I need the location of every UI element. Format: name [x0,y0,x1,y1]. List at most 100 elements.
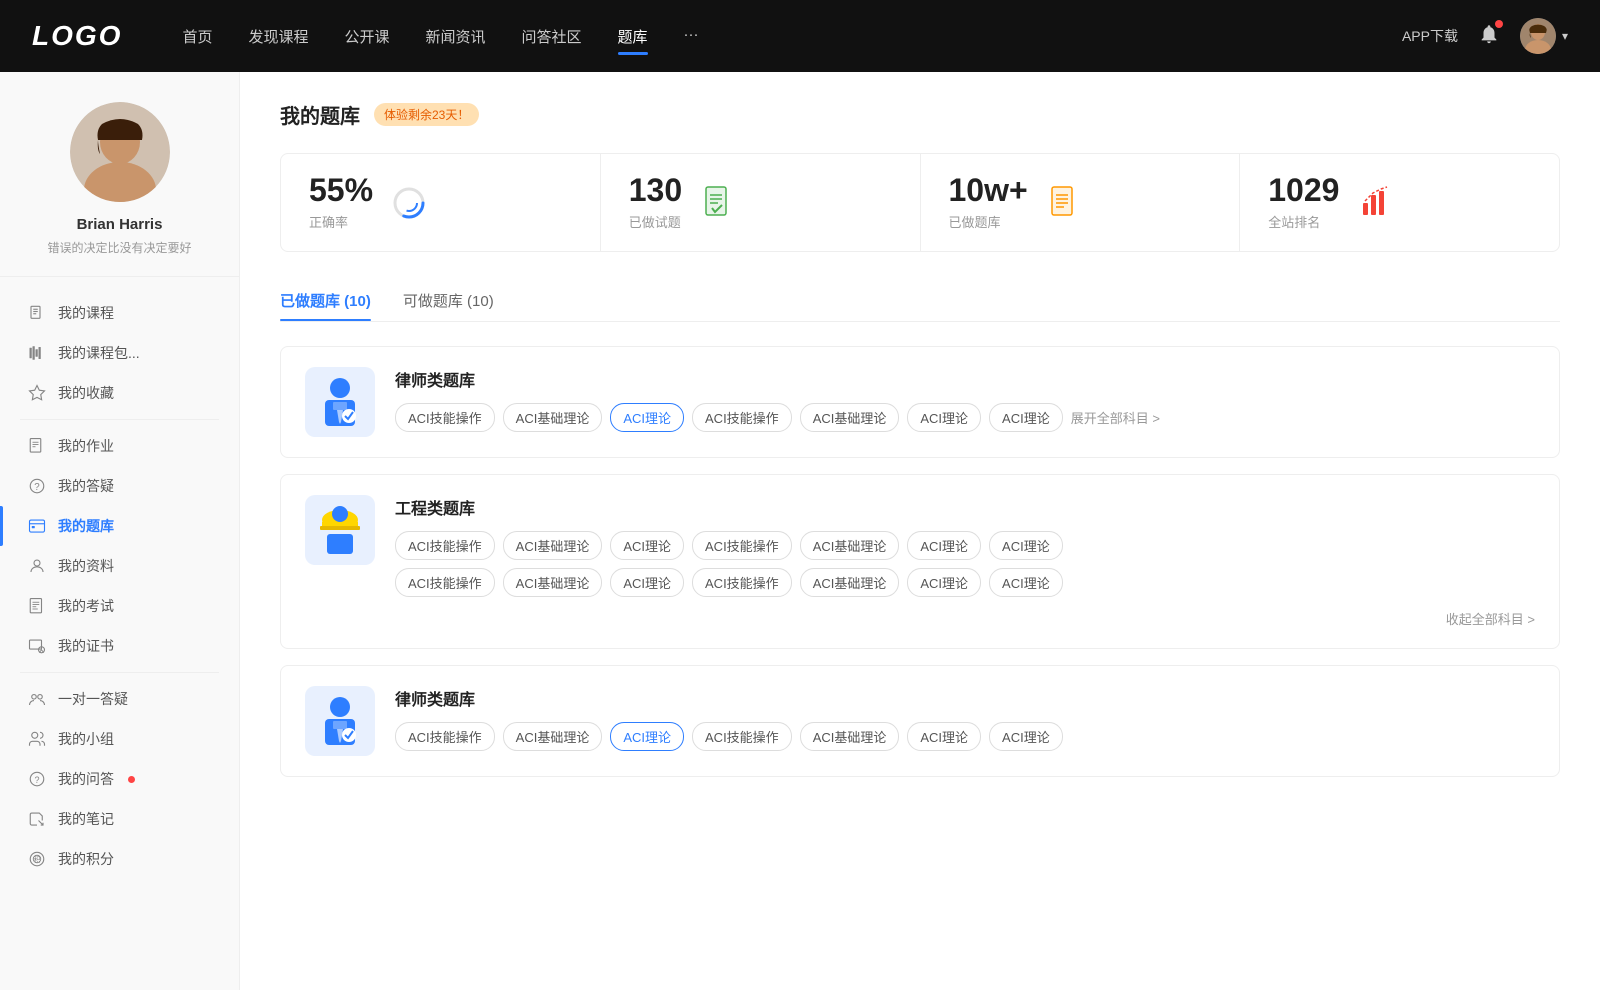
bank-tag[interactable]: ACI基础理论 [800,531,900,560]
bank-tag[interactable]: ACI理论 [989,531,1063,560]
sidebar-item-bank[interactable]: 我的题库 [0,506,239,546]
sidebar-item-group[interactable]: 我的小组 [0,719,239,759]
bank-tag[interactable]: ACI理论 [907,403,981,432]
bank-tag-active[interactable]: ACI理论 [610,403,684,432]
bank-tag[interactable]: ACI技能操作 [692,722,792,751]
tab-available-banks[interactable]: 可做题库 (10) [403,282,494,321]
sidebar-item-courses[interactable]: 我的课程 [0,293,239,333]
stat-done-questions: 130 已做试题 [601,154,921,251]
main-layout: Brian Harris 错误的决定比没有决定要好 我的课程 我的课程包... … [0,72,1600,990]
bank-tag[interactable]: ACI基础理论 [800,722,900,751]
notification-bell[interactable] [1478,23,1500,50]
pie-chart-icon [389,183,429,223]
sidebar-label-group: 我的小组 [58,729,114,749]
engineer-icon-wrap [305,495,375,565]
stat-rank: 1029 全站排名 [1240,154,1559,251]
sidebar: Brian Harris 错误的决定比没有决定要好 我的课程 我的课程包... … [0,72,240,990]
sidebar-label-course-pack: 我的课程包... [58,343,140,363]
nav-home[interactable]: 首页 [182,22,212,51]
bank-tag[interactable]: ACI技能操作 [395,722,495,751]
bar-chart-red-icon [1355,183,1395,223]
avatar [1520,18,1556,54]
bank-card-2: 律师类题库 ACI技能操作 ACI基础理论 ACI理论 ACI技能操作 ACI基… [280,665,1560,777]
sidebar-item-answers[interactable]: ? 我的问答 [0,759,239,799]
stat-rank-label: 全站排名 [1268,212,1339,231]
svg-text:积: 积 [34,855,41,864]
user-avatar-menu[interactable]: ▾ [1520,18,1568,54]
nav-more[interactable]: ··· [684,22,699,51]
bank-card-2-tags: ACI技能操作 ACI基础理论 ACI理论 ACI技能操作 ACI基础理论 AC… [395,722,1535,751]
bank-tag[interactable]: ACI技能操作 [692,531,792,560]
bank-card-2-content: 律师类题库 ACI技能操作 ACI基础理论 ACI理论 ACI技能操作 ACI基… [395,686,1535,751]
bank-tag[interactable]: ACI基础理论 [503,722,603,751]
nav-qa[interactable]: 问答社区 [522,22,582,51]
bank-tag[interactable]: ACI理论 [989,403,1063,432]
sidebar-item-exam[interactable]: 我的考试 [0,586,239,626]
stat-done-b-label: 已做题库 [949,212,1028,231]
stat-done-b-value: 10w+ [949,174,1028,206]
notification-badge [1495,20,1503,28]
nav-right-area: APP下载 ▾ [1402,18,1568,54]
bank-tag-active[interactable]: ACI理论 [610,722,684,751]
nav-discover[interactable]: 发现课程 [248,22,308,51]
profile-motto: 错误的决定比没有决定要好 [47,239,191,256]
bank-tag[interactable]: ACI理论 [610,568,684,597]
document-check-icon [698,183,738,223]
bank-tag[interactable]: ACI基础理论 [800,568,900,597]
top-navigation: LOGO 首页 发现课程 公开课 新闻资讯 问答社区 题库 ··· APP下载 [0,0,1600,72]
bank-tag[interactable]: ACI技能操作 [692,403,792,432]
sidebar-item-notes[interactable]: 我的笔记 [0,799,239,839]
sidebar-label-favorites: 我的收藏 [58,383,114,403]
stat-rank-value: 1029 [1268,174,1339,206]
stat-done-q-value: 130 [629,174,682,206]
bank-tag[interactable]: ACI理论 [907,531,981,560]
sidebar-label-courses: 我的课程 [58,303,114,323]
stat-done-q-label: 已做试题 [629,212,682,231]
bank-card-1: 工程类题库 ACI技能操作 ACI基础理论 ACI理论 ACI技能操作 ACI基… [280,474,1560,649]
tab-done-banks[interactable]: 已做题库 (10) [280,282,371,321]
bank-tag[interactable]: ACI技能操作 [395,568,495,597]
bank-tag[interactable]: ACI技能操作 [692,568,792,597]
sidebar-item-profile[interactable]: 我的资料 [0,546,239,586]
sidebar-item-certificate[interactable]: 我的证书 [0,626,239,666]
expand-link-0[interactable]: 展开全部科目 > [1071,408,1160,427]
bank-tag[interactable]: ACI理论 [907,568,981,597]
bank-tag[interactable]: ACI理论 [907,722,981,751]
bank-tag[interactable]: ACI理论 [610,531,684,560]
sidebar-label-homework: 我的作业 [58,436,114,456]
sidebar-item-homework[interactable]: 我的作业 [0,426,239,466]
list-orange-icon [1044,183,1084,223]
sidebar-item-points[interactable]: 积 我的积分 [0,839,239,879]
nav-news[interactable]: 新闻资讯 [426,22,486,51]
sidebar-label-oneone: 一对一答疑 [58,689,128,709]
stat-done-banks: 10w+ 已做题库 [921,154,1241,251]
unread-dot [128,776,135,783]
collapse-link-1[interactable]: 收起全部科目 > [395,609,1535,628]
sidebar-item-favorites[interactable]: 我的收藏 [0,373,239,413]
lawyer-icon-wrap [305,367,375,437]
bank-card-0-title: 律师类题库 [395,367,1535,391]
bank-tag[interactable]: ACI技能操作 [395,403,495,432]
sidebar-item-oneone[interactable]: 一对一答疑 [0,679,239,719]
bank-tag[interactable]: ACI基础理论 [800,403,900,432]
main-content: 我的题库 体验剩余23天！ 55% 正确率 [240,72,1600,990]
bank-tag[interactable]: ACI基础理论 [503,403,603,432]
app-download-link[interactable]: APP下载 [1402,26,1458,46]
sidebar-divider-1 [20,419,219,420]
bank-tag[interactable]: ACI基础理论 [503,531,603,560]
nav-bank[interactable]: 题库 [618,22,648,51]
bank-tag[interactable]: ACI理论 [989,722,1063,751]
sidebar-item-qa[interactable]: ? 我的答疑 [0,466,239,506]
profile-name: Brian Harris [77,216,163,233]
bank-tag[interactable]: ACI理论 [989,568,1063,597]
sidebar-label-bank: 我的题库 [58,516,114,536]
page-title-row: 我的题库 体验剩余23天！ [280,100,1560,129]
sidebar-item-course-pack[interactable]: 我的课程包... [0,333,239,373]
sidebar-menu: 我的课程 我的课程包... 我的收藏 我的作业 ? 我的答疑 [0,277,239,895]
sidebar-divider-2 [20,672,219,673]
logo[interactable]: LOGO [32,20,122,52]
bank-tag[interactable]: ACI基础理论 [503,568,603,597]
bank-tag[interactable]: ACI技能操作 [395,531,495,560]
chevron-down-icon: ▾ [1562,29,1568,43]
nav-open-course[interactable]: 公开课 [344,22,389,51]
